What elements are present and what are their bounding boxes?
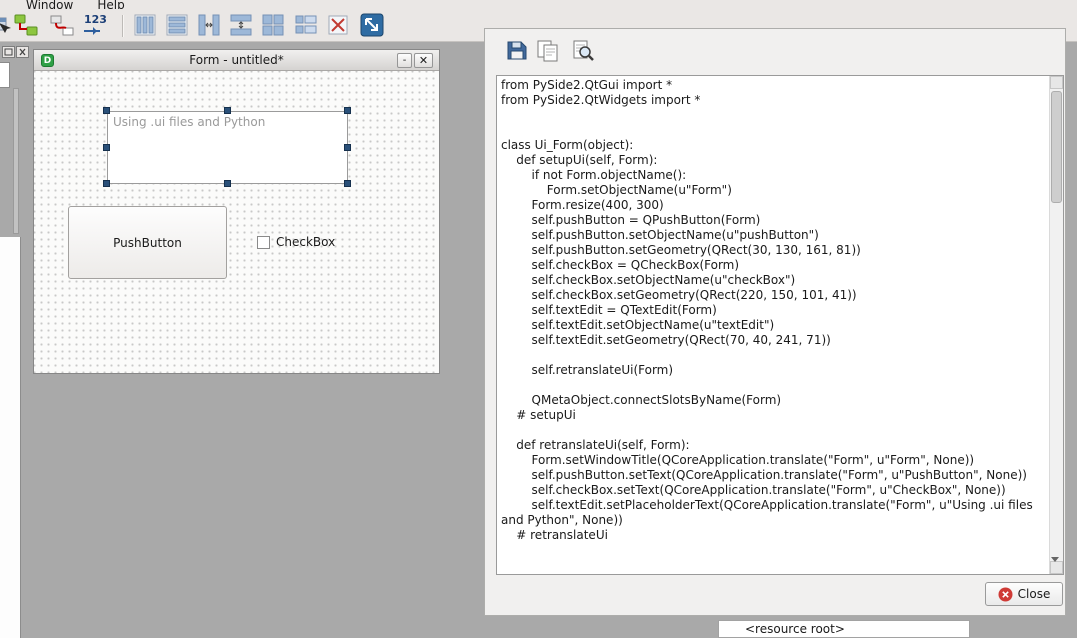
edit-buddies-icon[interactable] (50, 13, 74, 37)
resource-browser-panel: <resource root> (718, 620, 970, 638)
layout-grid-icon[interactable] (261, 13, 285, 37)
tab-order-digits: 123 (84, 13, 114, 27)
scroll-down-arrow-icon (1051, 557, 1059, 575)
close-button[interactable]: Close (985, 582, 1063, 606)
selection-handle-top-middle[interactable] (224, 107, 231, 114)
copy-icon[interactable] (536, 39, 560, 63)
selection-handle-bottom-right[interactable] (344, 180, 351, 187)
toolbar-separator (122, 15, 124, 37)
selection-handle-top-right[interactable] (344, 107, 351, 114)
widgetbox-panel (0, 237, 21, 638)
textedit-placeholder: Using .ui files and Python (113, 115, 265, 129)
form-minimize-button[interactable]: - (397, 53, 412, 68)
edit-widgets-icon[interactable] (0, 13, 11, 37)
layout-vertical-icon[interactable] (165, 13, 189, 37)
tab-order-arrow (84, 30, 100, 32)
scroll-down-button[interactable] (1050, 561, 1063, 574)
edit-tab-order-icon[interactable]: 123 (84, 13, 114, 37)
adjust-size-icon[interactable] (360, 13, 384, 37)
dock-close-button[interactable] (16, 46, 29, 58)
textedit-widget[interactable]: Using .ui files and Python (107, 111, 348, 184)
checkbox-label: CheckBox (276, 235, 335, 249)
form-window-title: Form - untitled* (34, 50, 439, 71)
layout-vertical-splitter-icon[interactable] (229, 13, 253, 37)
close-x-icon (998, 587, 1013, 602)
menu-help[interactable]: Help (97, 0, 124, 9)
selection-handle-middle-right[interactable] (344, 144, 351, 151)
menubar: Window Help (26, 0, 149, 9)
save-icon[interactable] (506, 39, 530, 63)
selection-handle-middle-left[interactable] (103, 144, 110, 151)
form-close-button[interactable]: ✕ (414, 53, 433, 68)
edit-signals-slots-icon[interactable] (14, 13, 38, 37)
selection-handle-bottom-left[interactable] (103, 180, 110, 187)
form-editor-window: D Form - untitled* - ✕ Using .ui files a… (33, 49, 440, 374)
find-icon[interactable] (571, 39, 595, 63)
code-scrollbar[interactable] (1049, 76, 1063, 574)
form-window-titlebar[interactable]: D Form - untitled* - ✕ (34, 50, 439, 71)
selection-handle-bottom-middle[interactable] (224, 180, 231, 187)
layout-form-icon[interactable] (294, 13, 318, 37)
checkbox-widget[interactable] (257, 236, 270, 249)
scroll-up-button[interactable] (1050, 76, 1063, 89)
selection-handle-top-left[interactable] (103, 107, 110, 114)
scrollbar-thumb[interactable] (1051, 91, 1062, 203)
widgetbox-filter-input[interactable] (0, 62, 10, 88)
pushbutton-label: PushButton (113, 236, 182, 250)
close-button-label: Close (1018, 587, 1051, 601)
generated-python-code[interactable]: from PySide2.QtGui import * from PySide2… (501, 78, 1046, 543)
pushbutton-widget[interactable]: PushButton (68, 206, 227, 279)
layout-horizontal-splitter-icon[interactable] (197, 13, 221, 37)
code-preview-dialog: from PySide2.QtGui import * from PySide2… (484, 28, 1066, 616)
code-viewer[interactable]: from PySide2.QtGui import * from PySide2… (496, 75, 1064, 575)
qt-designer-screen: { "menubar": { "items": ["Window", "Help… (0, 0, 1077, 638)
widgetbox-scrollbar[interactable] (13, 88, 19, 234)
dock-float-button[interactable] (2, 46, 15, 58)
resource-root-item[interactable]: <resource root> (745, 622, 845, 636)
menu-window[interactable]: Window (26, 0, 73, 9)
break-layout-icon[interactable] (326, 13, 350, 37)
layout-horizontal-icon[interactable] (133, 13, 157, 37)
